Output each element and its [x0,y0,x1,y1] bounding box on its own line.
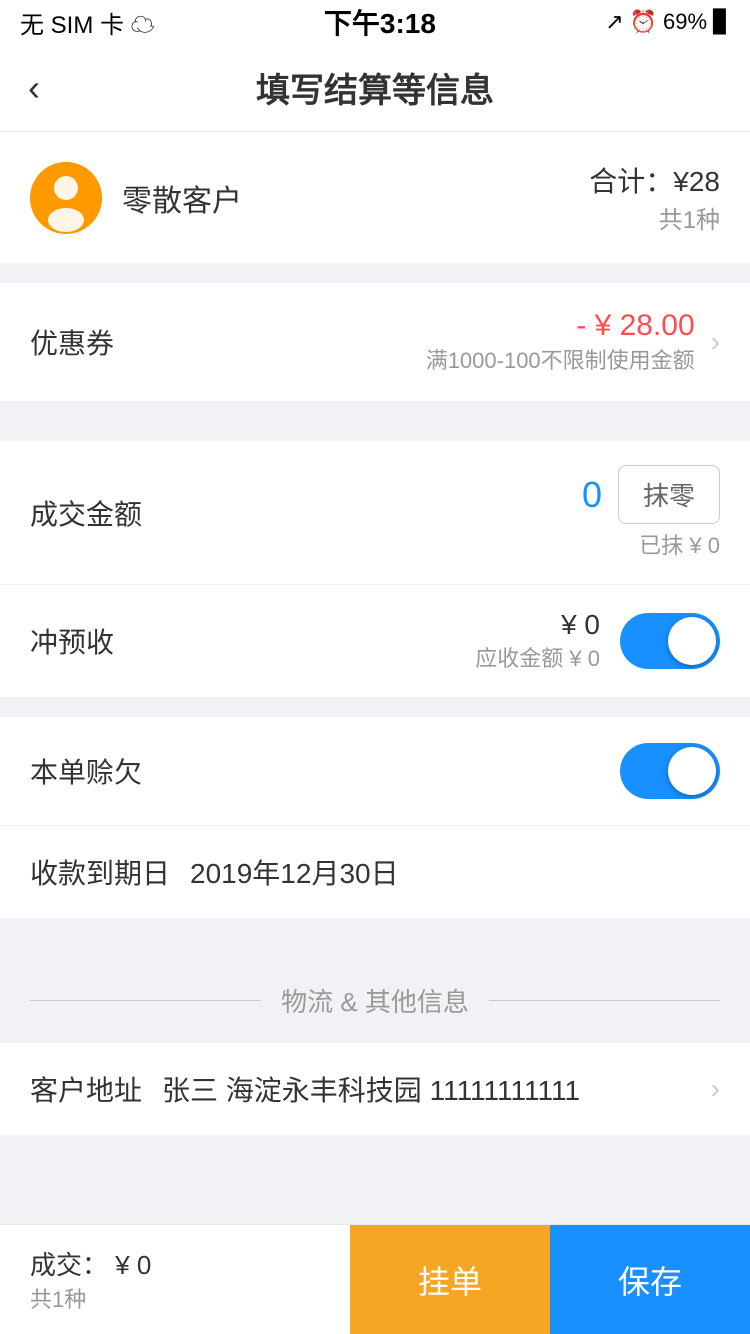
due-date-value: 2019年12月30日 [190,852,399,892]
debt-row: 本单赊欠 [0,717,750,825]
debt-toggle-knob [668,747,716,795]
round-button[interactable]: 抹零 [618,465,720,524]
prepayment-label: 冲预收 [30,621,114,661]
divider-right [489,1000,720,1001]
location-icon: ↗ [605,9,623,35]
avatar-icon [30,162,102,234]
battery-label: 69% [663,9,707,35]
logistics-label: 物流 & 其他信息 [281,982,469,1019]
status-bar: 无 SIM 卡 ☁ 下午3:18 ↗ ⏰ 69% ▊ [0,0,750,44]
coupon-value-block: - ¥ 28.00 满1000-100不限制使用金额 [426,309,695,375]
logistics-header: 物流 & 其他信息 [0,958,750,1043]
coupon-right: - ¥ 28.00 满1000-100不限制使用金额 › [426,309,720,375]
coupon-row[interactable]: 优惠券 - ¥ 28.00 满1000-100不限制使用金额 › [0,283,750,401]
divider-left [30,1000,261,1001]
coupon-discount: - ¥ 28.00 [426,309,695,343]
back-button[interactable]: ‹ [28,67,40,109]
section-gap-3 [0,938,750,958]
transaction-label: 成交金额 [30,493,142,533]
prepayment-toggle[interactable] [620,613,720,669]
customer-row[interactable]: 零散客户 合计：¥28 共1种 [0,132,750,263]
address-chevron-icon: › [711,1073,720,1105]
address-row[interactable]: 客户地址 张三 海淀永丰科技园 11111111111 › [0,1043,750,1135]
alarm-icon: ⏰ [630,9,657,35]
status-right: ↗ ⏰ 69% ▊ [605,9,730,35]
total-count: 共1种 [589,200,720,235]
status-left: 无 SIM 卡 ☁ [20,5,155,40]
pending-button[interactable]: 挂单 [350,1225,550,1334]
content-area: 零散客户 合计：¥28 共1种 优惠券 - ¥ 28.00 满1000-100不… [0,132,750,1255]
due-date-label: 收款到期日 [30,852,170,892]
customer-card: 零散客户 合计：¥28 共1种 [0,132,750,263]
prepayment-amount: ¥ 0 [475,609,600,641]
sim-label: 无 SIM 卡 ☁ [20,5,155,40]
page-title: 填写结算等信息 [256,63,494,112]
due-date-row[interactable]: 收款到期日 2019年12月30日 [0,825,750,918]
customer-name: 零散客户 [122,176,242,220]
status-time: 下午3:18 [324,2,436,42]
customer-info: 零散客户 [30,162,242,234]
address-label: 客户地址 [30,1069,142,1109]
toggle-knob [668,617,716,665]
amount-section: 成交金额 0 抹零 已抹 ¥ 0 冲预收 ¥ 0 应收金额 ¥ 0 [0,441,750,697]
total-amount: 合计：¥28 [589,160,720,200]
transaction-sub: 已抹 ¥ 0 [562,528,720,560]
chevron-right-icon: › [711,326,720,358]
bottom-bar: 成交： ¥ 0 共1种 挂单 保存 [0,1224,750,1334]
avatar [30,162,102,234]
nav-bar: ‹ 填写结算等信息 [0,44,750,132]
prepayment-row: 冲预收 ¥ 0 应收金额 ¥ 0 [0,585,750,697]
address-value: 张三 海淀永丰科技园 11111111111 [162,1069,711,1109]
amount-right-block: 0 抹零 已抹 ¥ 0 [562,465,720,560]
debt-section: 本单赊欠 收款到期日 2019年12月30日 [0,717,750,918]
deal-amount: ¥ 0 [115,1250,151,1280]
section-gap-1 [0,421,750,441]
bottom-info: 成交： ¥ 0 共1种 [0,1245,350,1314]
bottom-deal: 成交： ¥ 0 [30,1245,320,1282]
transaction-value[interactable]: 0 [562,474,602,516]
battery-icon: ▊ [713,9,730,35]
debt-label: 本单赊欠 [30,751,142,791]
prepayment-sub: 应收金额 ¥ 0 [475,641,600,673]
coupon-label: 优惠券 [30,322,114,362]
section-gap-2 [0,697,750,717]
transaction-amount-row: 成交金额 0 抹零 已抹 ¥ 0 [0,441,750,585]
transaction-right: 0 抹零 已抹 ¥ 0 [562,465,720,560]
customer-right: 合计：¥28 共1种 [589,160,720,235]
deal-label: 成交： [30,1250,108,1280]
save-button[interactable]: 保存 [550,1225,750,1334]
debt-toggle[interactable] [620,743,720,799]
coupon-card: 优惠券 - ¥ 28.00 满1000-100不限制使用金额 › [0,283,750,401]
address-section: 客户地址 张三 海淀永丰科技园 11111111111 › [0,1043,750,1135]
prepayment-right: ¥ 0 应收金额 ¥ 0 [475,609,720,673]
coupon-desc: 满1000-100不限制使用金额 [426,343,695,375]
prepayment-value-block: ¥ 0 应收金额 ¥ 0 [475,609,600,673]
bottom-count: 共1种 [30,1282,320,1314]
